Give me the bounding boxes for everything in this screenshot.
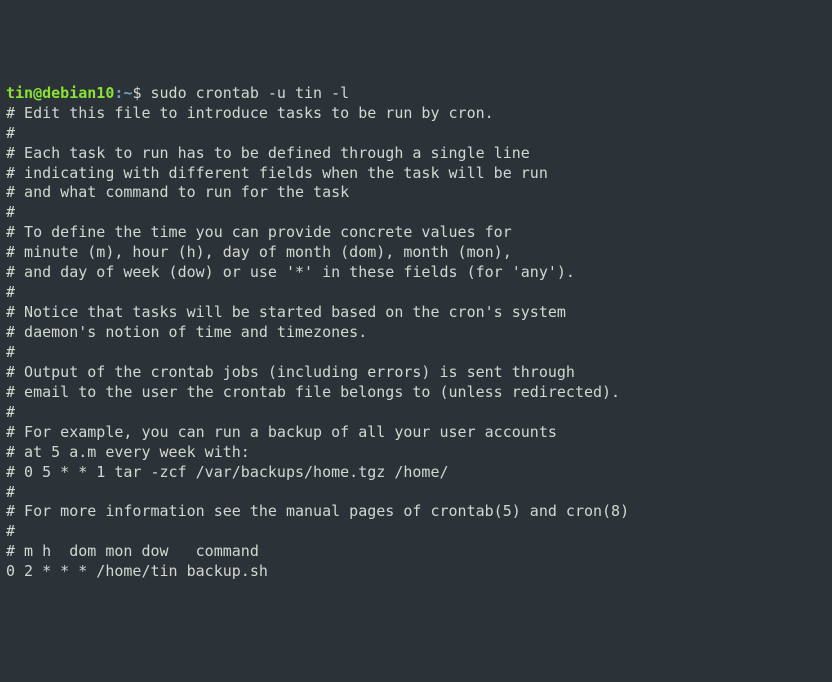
- prompt-user: tin: [6, 84, 33, 102]
- output-line: # m h dom mon dow command: [6, 542, 259, 560]
- prompt-line: tin@debian10:~$ sudo crontab -u tin -l: [6, 84, 349, 102]
- output-line: #: [6, 283, 15, 301]
- output-line: #: [6, 124, 15, 142]
- output-line: # Each task to run has to be defined thr…: [6, 144, 530, 162]
- output-line: # daemon's notion of time and timezones.: [6, 323, 367, 341]
- output-line: #: [6, 343, 15, 361]
- prompt-dollar: $: [132, 84, 150, 102]
- output-line: #: [6, 203, 15, 221]
- output-line: # minute (m), hour (h), day of month (do…: [6, 243, 512, 261]
- output-line: # 0 5 * * 1 tar -zcf /var/backups/home.t…: [6, 463, 449, 481]
- output-line: # Notice that tasks will be started base…: [6, 303, 566, 321]
- output-line: # For example, you can run a backup of a…: [6, 423, 557, 441]
- output-line: # at 5 a.m every week with:: [6, 443, 250, 461]
- command-text: sudo crontab -u tin -l: [151, 84, 350, 102]
- output-line: # To define the time you can provide con…: [6, 223, 512, 241]
- output-line: # Output of the crontab jobs (including …: [6, 363, 575, 381]
- output-line: #: [6, 522, 15, 540]
- output-line: # email to the user the crontab file bel…: [6, 383, 620, 401]
- output-line: # For more information see the manual pa…: [6, 502, 629, 520]
- terminal-window[interactable]: tin@debian10:~$ sudo crontab -u tin -l #…: [6, 84, 826, 582]
- output-line: 0 2 * * * /home/tin backup.sh: [6, 562, 268, 580]
- output-line: # and what command to run for the task: [6, 183, 349, 201]
- output-line: # Edit this file to introduce tasks to b…: [6, 104, 494, 122]
- output-line: #: [6, 483, 15, 501]
- output-line: # and day of week (dow) or use '*' in th…: [6, 263, 575, 281]
- output-line: # indicating with different fields when …: [6, 164, 548, 182]
- output-line: #: [6, 403, 15, 421]
- prompt-at: @: [33, 84, 42, 102]
- prompt-host: debian10: [42, 84, 114, 102]
